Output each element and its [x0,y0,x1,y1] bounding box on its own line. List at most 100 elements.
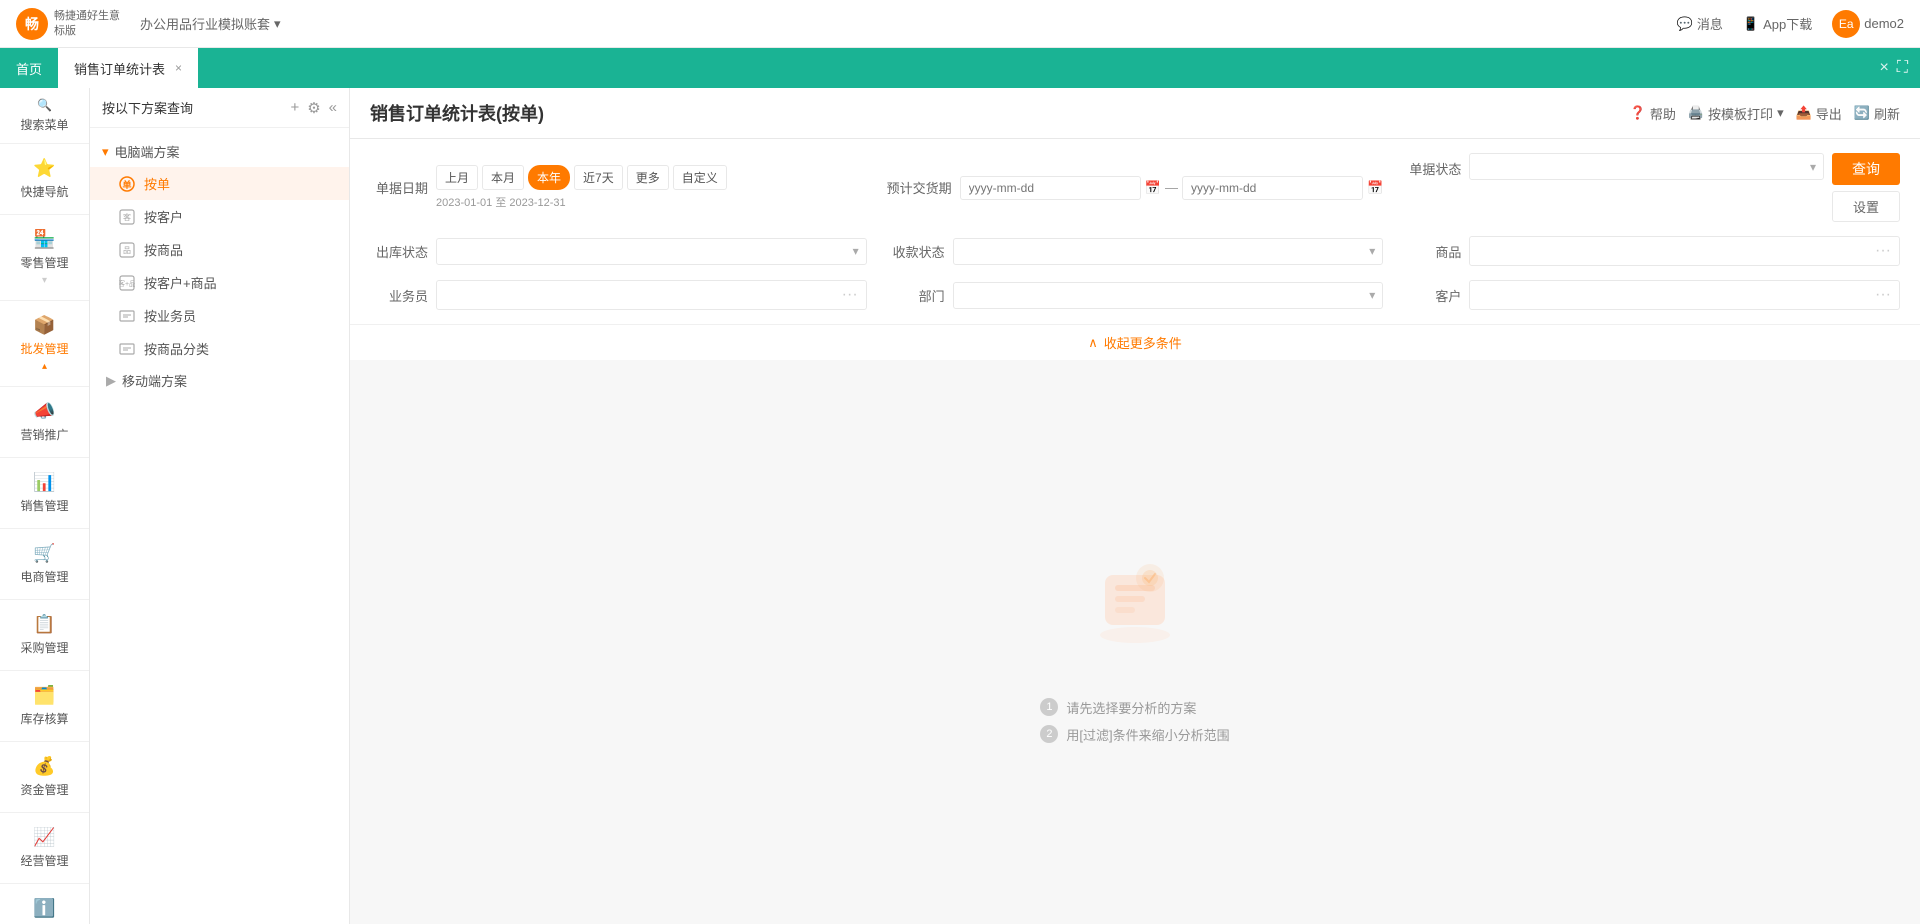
sidebar-item-retail[interactable]: 🏪 零售管理 ▾ [0,215,89,301]
date-btn-custom[interactable]: 自定义 [673,165,727,190]
sidebar-item-quicknav[interactable]: ⭐ 快捷导航 [0,144,89,215]
collapse-label: 收起更多条件 [1104,333,1182,352]
filter-cell-date: 单据日期 上月 本月 本年 近7天 更多 自定义 2023-01-01 至 20… [370,153,867,222]
sidebar-item-wholesale[interactable]: 📦 批发管理 ▴ [0,301,89,387]
sidebar-item-finance[interactable]: 💰 资金管理 [0,742,89,813]
sidebar-item-sales[interactable]: 📊 销售管理 [0,458,89,529]
refresh-button[interactable]: 🔄 刷新 [1854,104,1900,123]
empty-state: 1 请先选择要分析的方案 2 用[过滤]条件来缩小分析范围 [350,360,1920,924]
empty-tip-2: 2 用[过滤]条件来缩小分析范围 [1040,725,1229,744]
filter-cell-product: 商品 ··· [1403,236,1900,266]
collapse-panel-button[interactable]: « [329,99,337,116]
date-btn-this-year[interactable]: 本年 [528,165,570,190]
user-avatar-area[interactable]: Ea demo2 [1832,10,1904,38]
sidebar-item-operation[interactable]: 📈 经营管理 [0,813,89,884]
header-actions: ❓ 帮助 🖨️ 按模板打印 ▾ 📤 导出 [1630,104,1900,123]
active-tab-label: 销售订单统计表 [74,59,165,78]
tree-item-by-customer[interactable]: 客 按客户 [90,200,349,233]
sidebar: 🔍 搜索菜单 ⭐ 快捷导航 🏪 零售管理 ▾ 📦 批发管理 ▴ 📣 营销推广 📊… [0,88,90,924]
print-button[interactable]: 🖨️ 按模板打印 ▾ [1688,104,1784,123]
customer-icon: 客 [118,208,136,226]
svg-text:品: 品 [123,246,131,255]
sidebar-item-label: 经营管理 [20,852,68,869]
date-btn-this-month[interactable]: 本月 [482,165,524,190]
settings-scheme-button[interactable]: ⚙ [307,99,320,117]
date-range-text: 2023-01-01 至 2023-12-31 [436,194,867,210]
chevron-up-icon: ▴ [42,361,47,372]
empty-tip-1: 1 请先选择要分析的方案 [1040,698,1229,717]
tab-minimize-button[interactable]: × [1879,59,1888,77]
product-more-button[interactable]: ··· [1875,242,1891,260]
department-select[interactable] [953,282,1384,309]
print-chevron-icon: ▾ [1777,105,1784,121]
page-header-top: 销售订单统计表(按单) ❓ 帮助 🖨️ 按模板打印 ▾ [370,100,1900,126]
date-btn-7days[interactable]: 近7天 [574,165,623,190]
status-select[interactable] [1469,153,1824,180]
filter-cell-out-status: 出库状态 [370,236,867,266]
content-area: 按以下方案查询 + ⚙ « ▾ 电脑端方案 [90,88,1920,924]
calendar-icon-from[interactable]: 📅 [1145,180,1161,196]
tree-item-label: 按客户 [144,207,183,226]
query-button[interactable]: 查询 [1832,153,1900,185]
date-label: 单据日期 [370,178,428,197]
customer-more-button[interactable]: ··· [1875,286,1891,304]
tree-group-mobile[interactable]: ▶ 移动端方案 [90,365,349,396]
export-button[interactable]: 📤 导出 [1796,104,1842,123]
sales-icon: 📊 [33,472,55,493]
tree-item-by-product[interactable]: 品 按商品 [90,233,349,266]
date-btn-more[interactable]: 更多 [627,165,669,190]
salesperson-more-button[interactable]: ··· [842,286,858,304]
refresh-icon: 🔄 [1854,105,1870,121]
tab-close-icon[interactable]: × [175,61,182,75]
sidebar-item-basic[interactable]: ℹ️ 基础信息 [0,884,89,924]
tab-maximize-button[interactable]: ⛶ [1897,59,1908,77]
main-layout: 🔍 搜索菜单 ⭐ 快捷导航 🏪 零售管理 ▾ 📦 批发管理 ▴ 📣 营销推广 📊… [0,88,1920,924]
left-panel: 按以下方案查询 + ⚙ « ▾ 电脑端方案 [90,88,350,924]
help-button[interactable]: ❓ 帮助 [1630,104,1676,123]
tree-item-by-cust-prod[interactable]: 客+品 按客户+商品 [90,266,349,299]
download-button[interactable]: 📱 App下载 [1743,14,1812,33]
tip-text-2: 用[过滤]条件来缩小分析范围 [1066,725,1229,744]
tree-item-label: 按商品 [144,240,183,259]
filter-cell-status: 单据状态 查询 设置 [1403,153,1900,222]
logo-text: 畅捷通好生意 标版 [54,9,120,38]
sidebar-item-inventory[interactable]: 🗂️ 库存核算 [0,671,89,742]
message-icon: 💬 [1677,16,1693,32]
tree-item-by-order[interactable]: 单 按单 [90,167,349,200]
app-selector[interactable]: 办公用品行业模拟账套 ▾ [132,10,289,37]
collapse-bar[interactable]: ∧ 收起更多条件 [350,324,1920,360]
action-buttons: 查询 设置 [1832,153,1900,222]
add-scheme-button[interactable]: + [290,99,299,116]
sidebar-item-ecommerce[interactable]: 🛒 电商管理 [0,529,89,600]
collection-status-select[interactable] [953,238,1384,265]
logo-icon: 畅 [16,8,48,40]
out-status-select[interactable] [436,238,867,265]
left-panel-title: 按以下方案查询 [102,98,193,117]
sidebar-item-label: 采购管理 [20,639,68,656]
filter-section: 单据日期 上月 本月 本年 近7天 更多 自定义 2023-01-01 至 20… [350,139,1920,324]
delivery-date-from[interactable] [960,176,1141,200]
sidebar-item-marketing[interactable]: 📣 营销推广 [0,387,89,458]
date-btn-last-month[interactable]: 上月 [436,165,478,190]
message-button[interactable]: 💬 消息 [1677,14,1723,33]
tree-group-pc[interactable]: ▾ 电脑端方案 [90,136,349,167]
sidebar-item-purchase[interactable]: 📋 采购管理 [0,600,89,671]
ecommerce-icon: 🛒 [33,543,55,564]
quicknav-icon: ⭐ [33,158,55,179]
tab-sales-order[interactable]: 销售订单统计表 × [58,48,198,88]
svg-text:客+品: 客+品 [119,279,135,288]
tree-item-by-salesperson[interactable]: 按业务员 [90,299,349,332]
tab-home[interactable]: 首页 [0,48,58,88]
tree-item-by-category[interactable]: 按商品分类 [90,332,349,365]
sidebar-search[interactable]: 🔍 搜索菜单 [0,88,89,144]
collection-label: 收款状态 [887,242,945,261]
collapse-up-icon: ∧ [1088,335,1098,351]
settings-button[interactable]: 设置 [1832,191,1900,222]
sidebar-item-label: 资金管理 [20,781,68,798]
left-panel-actions: + ⚙ « [290,99,337,117]
product-label: 商品 [1403,242,1461,261]
calendar-icon-to[interactable]: 📅 [1367,180,1383,196]
tip-num-1: 1 [1040,698,1058,716]
delivery-date-to[interactable] [1182,176,1363,200]
delivery-label: 预计交货期 [887,178,952,197]
